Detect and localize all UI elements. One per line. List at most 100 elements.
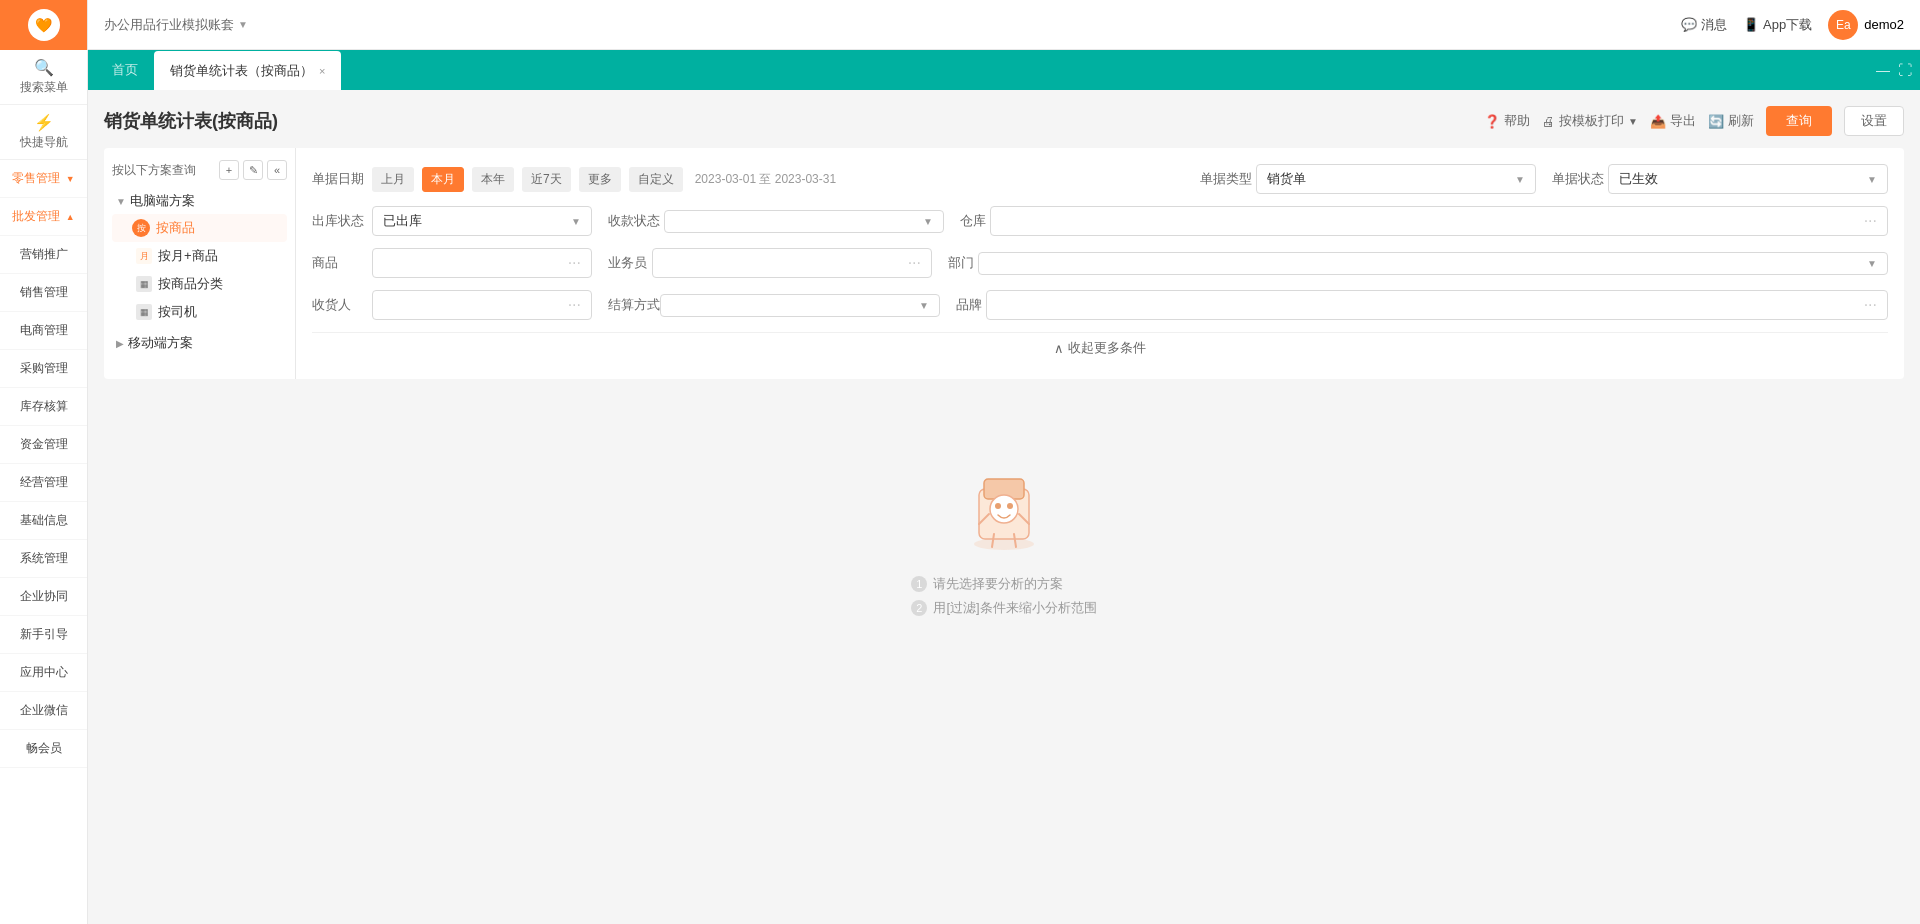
custom-btn[interactable]: 自定义: [629, 167, 683, 192]
settings-button[interactable]: 设置: [1844, 106, 1904, 136]
scheme-by-category-label: 按商品分类: [158, 275, 223, 293]
refresh-icon: 🔄: [1708, 114, 1724, 129]
hint-text-1: 请先选择要分析的方案: [933, 575, 1063, 593]
sidebar-item-ecommerce[interactable]: 电商管理: [0, 312, 87, 350]
export-btn[interactable]: 📤 导出: [1650, 112, 1696, 130]
topbar-right: 💬 消息 📱 App下载 Ea demo2: [1681, 10, 1904, 40]
maximize-btn[interactable]: ⛶: [1898, 62, 1912, 78]
sidebar-item-system[interactable]: 系统管理: [0, 540, 87, 578]
help-icon: ❓: [1484, 114, 1500, 129]
query-button[interactable]: 查询: [1766, 106, 1832, 136]
mobile-scheme-label: 移动端方案: [128, 334, 193, 352]
sidebar-item-marketing[interactable]: 营销推广: [0, 236, 87, 274]
sidebar-item-appstore[interactable]: 应用中心: [0, 654, 87, 692]
salesperson-dots-btn[interactable]: ···: [908, 254, 921, 272]
minimize-btn[interactable]: —: [1876, 62, 1890, 78]
product-dots-btn[interactable]: ···: [568, 254, 581, 272]
doc-status-select[interactable]: 已生效 ▼: [1608, 164, 1888, 194]
filter-row-3: 商品 ··· 业务员 ··· 部门 ▼: [312, 248, 1888, 278]
sidebar-search[interactable]: 🔍 搜索菜单: [0, 50, 87, 105]
salesperson-label: 业务员: [608, 254, 652, 272]
scheme-by-product-label: 按商品: [156, 219, 195, 237]
salesperson-input[interactable]: ···: [652, 248, 932, 278]
sidebar-item-finance[interactable]: 资金管理: [0, 426, 87, 464]
sidebar-item-enterprise[interactable]: 企业协同: [0, 578, 87, 616]
mobile-scheme-parent[interactable]: ▶ 移动端方案: [112, 330, 287, 356]
industry-dropdown[interactable]: 办公用品行业模拟账套 ▼: [104, 16, 248, 34]
print-btn[interactable]: 🖨 按模板打印 ▼: [1542, 112, 1638, 130]
sidebar-item-member[interactable]: 畅会员: [0, 730, 87, 768]
search-menu-label: 搜索菜单: [6, 79, 81, 96]
month-scheme-icon: 月: [136, 248, 152, 264]
out-status-label: 出库状态: [312, 212, 372, 230]
doc-type-select[interactable]: 销货单 ▼: [1256, 164, 1536, 194]
pc-scheme-label: 电脑端方案: [130, 192, 195, 210]
tabbar: 首页 销货单统计表（按商品） × — ⛶: [88, 50, 1920, 90]
scheme-by-driver[interactable]: ▦ 按司机: [112, 298, 287, 326]
brand-input[interactable]: ···: [986, 290, 1888, 320]
app-download-btn[interactable]: 📱 App下载: [1743, 16, 1812, 34]
scheme-by-month-product[interactable]: 月 按月+商品: [112, 242, 287, 270]
sidebar-item-operations[interactable]: 经营管理: [0, 464, 87, 502]
filter-row-1: 单据日期 上月 本月 本年 近7天 更多 自定义 2023-03-01 至 20…: [312, 164, 1888, 194]
brand-dots-btn[interactable]: ···: [1864, 296, 1877, 314]
sidebar-item-basic[interactable]: 基础信息: [0, 502, 87, 540]
collapse-scheme-btn[interactable]: «: [267, 160, 287, 180]
scheme-by-driver-label: 按司机: [158, 303, 197, 321]
department-chevron-icon: ▼: [1867, 258, 1877, 269]
scheme-by-product[interactable]: 按 按商品: [112, 214, 287, 242]
scheme-panel: 按以下方案查询 + ✎ « ▼ 电脑端方案 按 按商品: [104, 148, 296, 379]
settlement-select[interactable]: ▼: [660, 294, 940, 317]
user-area[interactable]: Ea demo2: [1828, 10, 1904, 40]
tab-close-btn[interactable]: ×: [319, 65, 325, 77]
hint-num-2: 2: [911, 600, 927, 616]
empty-hints: 1 请先选择要分析的方案 2 用[过滤]条件来缩小分析范围: [911, 575, 1096, 617]
tab-active[interactable]: 销货单统计表（按商品） ×: [154, 51, 341, 91]
page-header: 销货单统计表(按商品) ❓ 帮助 🖨 按模板打印 ▼ 📤 导出 🔄 刷新: [104, 106, 1904, 136]
product-input[interactable]: ···: [372, 248, 592, 278]
this-month-btn[interactable]: 本月: [422, 167, 464, 192]
sidebar-item-retail[interactable]: 零售管理 ▼: [0, 160, 87, 198]
doc-type-value: 销货单: [1267, 170, 1306, 188]
help-btn[interactable]: ❓ 帮助: [1484, 112, 1530, 130]
receiver-dots-btn[interactable]: ···: [568, 296, 581, 314]
warehouse-dots-btn[interactable]: ···: [1864, 212, 1877, 230]
export-icon: 📤: [1650, 114, 1666, 129]
collapse-btn[interactable]: ∧ 收起更多条件: [312, 332, 1888, 363]
date-buttons: 上月 本月 本年 近7天 更多 自定义 2023-03-01 至 2023-03…: [372, 167, 1176, 192]
last7-btn[interactable]: 近7天: [522, 167, 571, 192]
message-btn[interactable]: 💬 消息: [1681, 16, 1727, 34]
more-btn[interactable]: 更多: [579, 167, 621, 192]
username: demo2: [1864, 17, 1904, 32]
date-label: 单据日期: [312, 170, 372, 188]
dropdown-arrow-icon: ▼: [238, 19, 248, 30]
sidebar-item-purchase[interactable]: 采购管理: [0, 350, 87, 388]
filter-row-4: 收货人 ··· 结算方式 ▼ 品牌 ···: [312, 290, 1888, 320]
receiver-input[interactable]: ···: [372, 290, 592, 320]
this-year-btn[interactable]: 本年: [472, 167, 514, 192]
refresh-btn[interactable]: 🔄 刷新: [1708, 112, 1754, 130]
sidebar-item-wechat[interactable]: 企业微信: [0, 692, 87, 730]
department-select[interactable]: ▼: [978, 252, 1888, 275]
scheme-panel-icons: + ✎ «: [219, 160, 287, 180]
sidebar-item-wholesale[interactable]: 批发管理 ▲: [0, 198, 87, 236]
tree-collapsed-icon: ▶: [116, 338, 124, 349]
out-status-select[interactable]: 已出库 ▼: [372, 206, 592, 236]
edit-scheme-btn[interactable]: ✎: [243, 160, 263, 180]
sidebar-quicknav[interactable]: ⚡ 快捷导航: [0, 105, 87, 160]
settlement-chevron-icon: ▼: [919, 300, 929, 311]
sidebar-item-sales[interactable]: 销售管理: [0, 274, 87, 312]
sidebar-item-tutorial[interactable]: 新手引导: [0, 616, 87, 654]
last-month-btn[interactable]: 上月: [372, 167, 414, 192]
scheme-by-category[interactable]: ▦ 按商品分类: [112, 270, 287, 298]
filter-area: 单据日期 上月 本月 本年 近7天 更多 自定义 2023-03-01 至 20…: [296, 148, 1904, 379]
payment-status-select[interactable]: ▼: [664, 210, 944, 233]
add-scheme-btn[interactable]: +: [219, 160, 239, 180]
sidebar-item-inventory[interactable]: 库存核算: [0, 388, 87, 426]
hint-text-2: 用[过滤]条件来缩小分析范围: [933, 599, 1096, 617]
tab-home[interactable]: 首页: [96, 50, 154, 90]
pc-scheme-parent[interactable]: ▼ 电脑端方案: [112, 188, 287, 214]
warehouse-input[interactable]: ···: [990, 206, 1888, 236]
svg-point-0: [974, 538, 1034, 550]
logo-icon: 🧡: [28, 9, 60, 41]
